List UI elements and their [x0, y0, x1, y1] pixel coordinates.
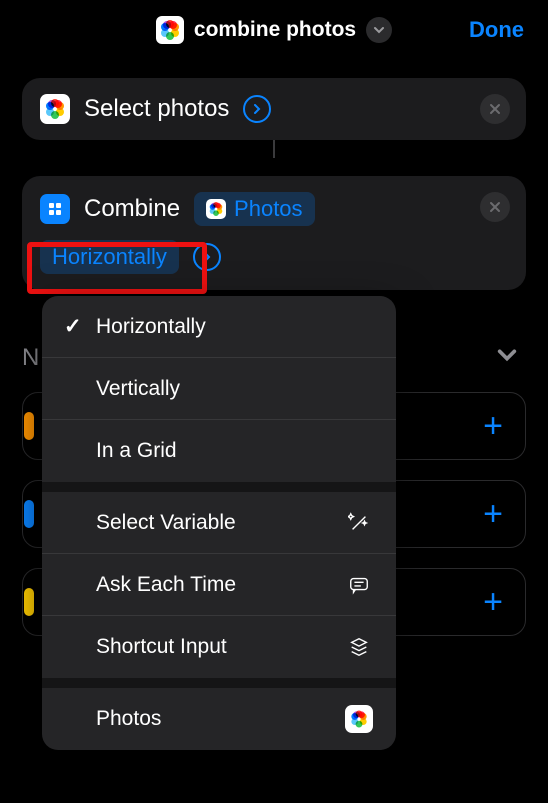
- chevron-down-icon: [496, 344, 518, 366]
- shortcut-icon: [156, 16, 184, 44]
- variable-label: Photos: [234, 196, 303, 222]
- grid-icon: [47, 201, 63, 217]
- photos-app-icon: [40, 94, 70, 124]
- menu-item-select-variable[interactable]: Select Variable: [42, 492, 396, 554]
- combine-action-icon: [40, 194, 70, 224]
- menu-item-photos-source[interactable]: Photos: [42, 688, 396, 750]
- menu-item-label: Select Variable: [90, 511, 344, 535]
- menu-item-horizontally[interactable]: ✓ Horizontally: [42, 296, 396, 358]
- chevron-right-icon: [252, 104, 262, 114]
- variable-token-photos[interactable]: Photos: [194, 192, 315, 226]
- close-icon: [489, 103, 501, 115]
- menu-item-label: Horizontally: [90, 315, 374, 339]
- header-center: combine photos: [156, 16, 392, 44]
- disclosure-button[interactable]: [243, 95, 271, 123]
- chevron-down-icon: [373, 24, 385, 36]
- close-icon: [489, 201, 501, 213]
- menu-item-label: Vertically: [90, 377, 374, 401]
- action-title: Select photos: [84, 95, 229, 123]
- wand-icon: [344, 512, 374, 534]
- checkmark-icon: ✓: [64, 314, 90, 339]
- photos-app-icon: [344, 705, 374, 733]
- menu-item-ask-each-time[interactable]: Ask Each Time: [42, 554, 396, 616]
- connector-line: [273, 140, 275, 158]
- menu-item-label: Shortcut Input: [90, 635, 344, 659]
- photos-app-icon: [206, 199, 226, 219]
- menu-item-vertically[interactable]: Vertically: [42, 358, 396, 420]
- message-icon: [344, 574, 374, 596]
- done-button[interactable]: Done: [469, 0, 524, 60]
- mode-picker-popover: ✓ Horizontally Vertically In a Grid Sele…: [42, 296, 396, 750]
- menu-item-shortcut-input[interactable]: Shortcut Input: [42, 616, 396, 678]
- workspace: Select photos Combine: [0, 60, 548, 290]
- header: combine photos Done: [0, 0, 548, 60]
- remove-action-button[interactable]: [480, 94, 510, 124]
- menu-item-label: In a Grid: [90, 439, 374, 463]
- plus-icon: +: [483, 583, 503, 622]
- action-card-combine[interactable]: Combine Photos Horizontally: [22, 176, 526, 290]
- menu-item-label: Ask Each Time: [90, 573, 344, 597]
- shortcut-title[interactable]: combine photos: [194, 18, 356, 42]
- remove-action-button[interactable]: [480, 192, 510, 222]
- shortcut-menu-button[interactable]: [366, 17, 392, 43]
- menu-separator: [42, 482, 396, 492]
- action-title: Combine: [84, 195, 180, 223]
- mode-token[interactable]: Horizontally: [40, 240, 179, 274]
- disclosure-button[interactable]: [193, 243, 221, 271]
- menu-item-label: Photos: [90, 707, 344, 731]
- menu-item-grid[interactable]: In a Grid: [42, 420, 396, 482]
- plus-icon: +: [483, 495, 503, 534]
- chevron-right-icon: [202, 252, 212, 262]
- action-card-select-photos[interactable]: Select photos: [22, 78, 526, 140]
- stack-input-icon: [344, 636, 374, 658]
- menu-separator: [42, 678, 396, 688]
- plus-icon: +: [483, 407, 503, 446]
- section-letter: N: [22, 344, 39, 371]
